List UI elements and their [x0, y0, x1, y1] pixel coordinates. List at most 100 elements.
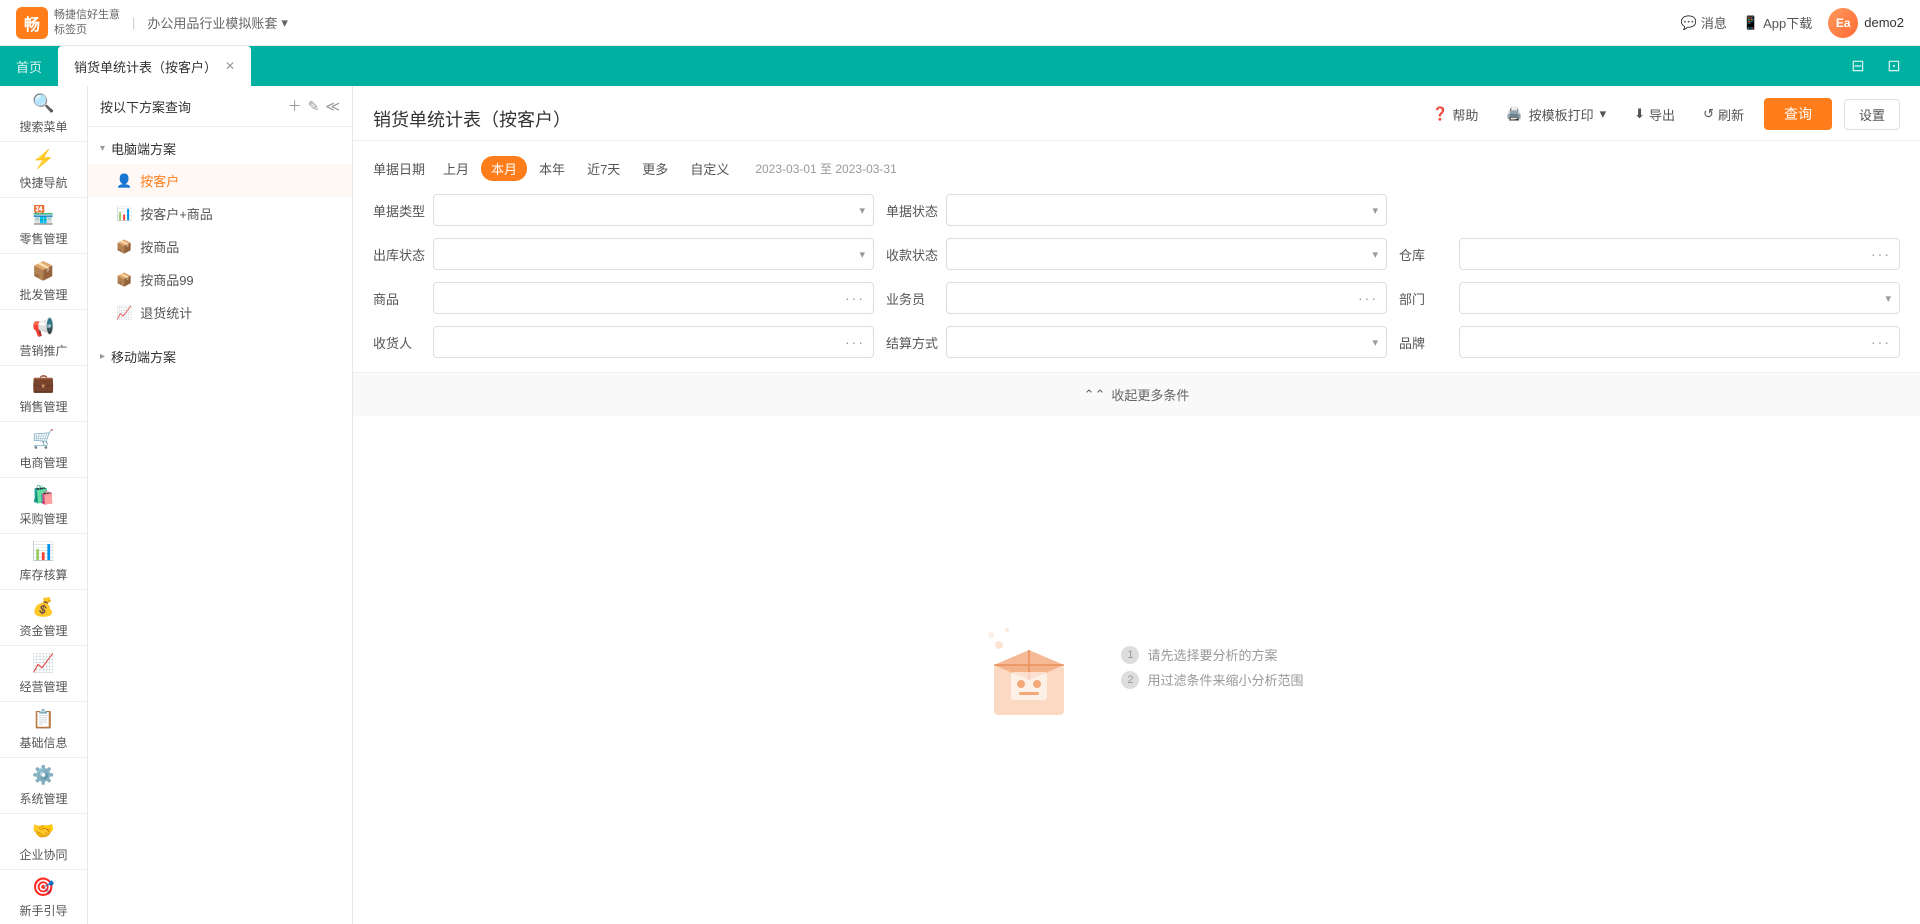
- settings-button[interactable]: 设置: [1844, 99, 1900, 130]
- industry-selector[interactable]: 办公用品行业模拟账套 ▾: [147, 13, 288, 32]
- scheme-item-by-goods[interactable]: 📦 按商品: [88, 230, 352, 263]
- message-button[interactable]: 💬 消息: [1681, 13, 1727, 32]
- help-button[interactable]: ❓ 帮助: [1424, 101, 1486, 128]
- scheme-add-button[interactable]: ＋: [288, 96, 302, 116]
- receipt-status-input[interactable]: ▾: [946, 238, 1387, 270]
- tab-maximize-button[interactable]: ⊡: [1880, 52, 1908, 80]
- purchase-icon: 🛍️: [32, 485, 54, 506]
- sidebar-item-wholesale-label: 批发管理: [19, 286, 67, 303]
- basic-icon: 📋: [32, 709, 54, 730]
- more-icon: ···: [845, 334, 865, 350]
- sidebar-item-finance-label: 资金管理: [19, 622, 67, 639]
- scheme-group-mobile-header[interactable]: ▸ 移动端方案: [88, 341, 352, 372]
- return-icon: 📈: [116, 305, 132, 321]
- scheme-panel-title: 按以下方案查询: [100, 97, 191, 116]
- receiver-label: 收货人: [373, 333, 425, 352]
- hint-1-text: 请先选择要分析的方案: [1147, 645, 1277, 664]
- sidebar-item-retail[interactable]: 🏪 零售管理: [0, 198, 87, 254]
- refresh-button[interactable]: ↺ 刷新: [1695, 101, 1752, 128]
- sidebar-item-marketing[interactable]: 📢 营销推广: [0, 310, 87, 366]
- quick-nav-icon: ⚡: [32, 149, 54, 170]
- date-range-display: 2023-03-01 至 2023-03-31: [755, 160, 896, 177]
- empty-hints: 1 请先选择要分析的方案 2 用过滤条件来缩小分析范围: [1121, 645, 1303, 695]
- enterprise-icon: 🤝: [32, 821, 54, 842]
- sidebar: 🔍 搜索菜单 ⚡ 快捷导航 🏪 零售管理 📦 批发管理 📢 营销推广 💼 销售管…: [0, 86, 88, 924]
- sidebar-item-sales[interactable]: 💼 销售管理: [0, 366, 87, 422]
- refresh-label: 刷新: [1718, 105, 1744, 124]
- date-tab-this-month[interactable]: 本月: [481, 156, 527, 181]
- collapse-row: ⌃⌃ 收起更多条件: [353, 372, 1920, 416]
- tab-sales-stat[interactable]: 销货单统计表（按客户） ✕: [58, 46, 251, 86]
- goods-input[interactable]: ···: [433, 282, 874, 314]
- warehouse-input[interactable]: ···: [1459, 238, 1900, 270]
- sidebar-item-search[interactable]: 🔍 搜索菜单: [0, 86, 87, 142]
- app-download-button[interactable]: 📱 App下载: [1743, 13, 1812, 32]
- sidebar-item-finance[interactable]: 💰 资金管理: [0, 590, 87, 646]
- user-avatar-button[interactable]: Ea demo2: [1828, 8, 1904, 38]
- message-icon: 💬: [1681, 15, 1697, 31]
- salesperson-input[interactable]: ···: [946, 282, 1387, 314]
- sidebar-item-basic[interactable]: 📋 基础信息: [0, 702, 87, 758]
- sidebar-item-purchase[interactable]: 🛍️ 采购管理: [0, 478, 87, 534]
- settlement-input[interactable]: ▾: [946, 326, 1387, 358]
- export-button[interactable]: ⬇ 导出: [1626, 101, 1683, 128]
- date-label: 单据日期: [373, 159, 425, 178]
- sidebar-item-operations[interactable]: 📈 经营管理: [0, 646, 87, 702]
- out-status-input[interactable]: ▾: [433, 238, 874, 270]
- scheme-panel: 按以下方案查询 ＋ ✎ ≪ ▾ 电脑端方案 👤 按客户 📊 按: [88, 86, 353, 924]
- scheme-item-return-stat[interactable]: 📈 退货统计: [88, 296, 352, 329]
- scheme-item-by-customer-goods[interactable]: 📊 按客户+商品: [88, 197, 352, 230]
- date-tab-this-year[interactable]: 本年: [529, 155, 575, 182]
- sidebar-item-ecommerce[interactable]: 🛒 电商管理: [0, 422, 87, 478]
- sidebar-item-quick-nav[interactable]: ⚡ 快捷导航: [0, 142, 87, 198]
- sidebar-item-system[interactable]: ⚙️ 系统管理: [0, 758, 87, 814]
- doc-status-input[interactable]: ▾: [946, 194, 1387, 226]
- scheme-collapse-button[interactable]: ≪: [325, 98, 340, 115]
- help-icon: ❓: [1432, 106, 1448, 122]
- sidebar-item-newbie[interactable]: 🎯 新手引导: [0, 870, 87, 924]
- receiver-input[interactable]: ···: [433, 326, 874, 358]
- filter-field-out-status: 出库状态 ▾: [373, 238, 874, 270]
- header-left: 畅 畅捷信好生意 标签页 | 办公用品行业模拟账套 ▾: [16, 7, 288, 39]
- page-title-bar: 销货单统计表（按客户） ❓ 帮助 🖨️ 按模板打印 ▾ ⬇ 导出: [353, 86, 1920, 141]
- print-button[interactable]: 🖨️ 按模板打印 ▾: [1498, 101, 1614, 128]
- scheme-group-mobile-title: 移动端方案: [111, 347, 176, 366]
- settings-label: 设置: [1859, 108, 1885, 123]
- sidebar-item-enterprise[interactable]: 🤝 企业协同: [0, 814, 87, 870]
- scheme-item-by-customer[interactable]: 👤 按客户: [88, 164, 352, 197]
- hint-2-text: 用过滤条件来缩小分析范围: [1147, 670, 1303, 689]
- scheme-edit-button[interactable]: ✎: [308, 98, 320, 115]
- sidebar-item-basic-label: 基础信息: [19, 734, 67, 751]
- goods-icon: 📦: [116, 239, 132, 255]
- tab-close-icon[interactable]: ✕: [225, 59, 235, 73]
- retail-icon: 🏪: [32, 205, 54, 226]
- empty-illustration: [969, 610, 1089, 730]
- doc-status-label: 单据状态: [886, 201, 938, 220]
- collapse-up-icon: ⌃⌃: [1084, 387, 1106, 403]
- export-icon: ⬇: [1634, 106, 1645, 122]
- scheme-group-pc-header[interactable]: ▾ 电脑端方案: [88, 133, 352, 164]
- query-button[interactable]: 查询: [1764, 98, 1832, 130]
- date-tab-custom[interactable]: 自定义: [680, 155, 739, 182]
- operations-icon: 📈: [32, 653, 54, 674]
- collapse-button[interactable]: ⌃⌃ 收起更多条件: [1072, 381, 1202, 408]
- scheme-item-by-goods99-label: 按商品99: [140, 270, 193, 289]
- doc-type-input[interactable]: ▾: [433, 194, 874, 226]
- sidebar-item-inventory[interactable]: 📊 库存核算: [0, 534, 87, 590]
- newbie-icon: 🎯: [32, 877, 54, 898]
- date-tab-last-month[interactable]: 上月: [433, 155, 479, 182]
- department-input[interactable]: ▾: [1459, 282, 1900, 314]
- date-tab-7days[interactable]: 近7天: [577, 155, 630, 182]
- page-title: 销货单统计表（按客户）: [373, 106, 571, 132]
- help-label: 帮助: [1452, 105, 1478, 124]
- scheme-item-by-goods99[interactable]: 📦 按商品99: [88, 263, 352, 296]
- brand-label: 品牌: [1399, 333, 1451, 352]
- tab-minimize-button[interactable]: ⊟: [1844, 52, 1872, 80]
- filter-field-department: 部门 ▾: [1399, 282, 1900, 314]
- date-tab-more[interactable]: 更多: [632, 155, 678, 182]
- filter-area: 单据日期 上月 本月 本年 近7天 更多 自定义 2023-03-01 至 20…: [353, 141, 1920, 372]
- tab-home[interactable]: 首页: [0, 46, 58, 86]
- sidebar-item-wholesale[interactable]: 📦 批发管理: [0, 254, 87, 310]
- chevron-down-icon: ▾: [1372, 204, 1378, 217]
- brand-input[interactable]: ···: [1459, 326, 1900, 358]
